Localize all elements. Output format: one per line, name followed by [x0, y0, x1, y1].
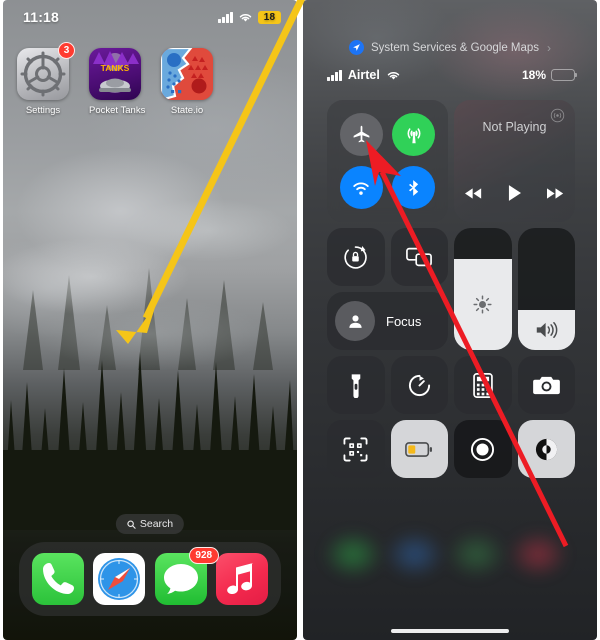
dock: 928 [19, 542, 281, 616]
screen-recording-button[interactable] [454, 420, 512, 478]
wifi-button[interactable] [339, 166, 383, 209]
brightness-fill [454, 258, 512, 350]
volume-fill [517, 309, 575, 350]
now-playing-module: Not Playing [454, 100, 575, 222]
bluetooth-icon [408, 179, 418, 196]
forward-button[interactable] [547, 187, 564, 205]
chevron-right-icon: › [547, 40, 552, 55]
home-indicator [391, 629, 509, 633]
dark-mode-button[interactable] [517, 420, 575, 478]
home-screen-phone: 11:18 18 3 Settings TANKS Pocket Tanks S… [3, 0, 297, 640]
search-pill[interactable]: Search [115, 514, 185, 534]
timer-button[interactable] [390, 356, 448, 414]
app-label-settings: Settings [25, 105, 61, 116]
cellular-data-button[interactable] [392, 113, 436, 156]
screenshot-stage: 11:18 18 3 Settings TANKS Pocket Tanks S… [0, 0, 600, 640]
play-button[interactable] [508, 185, 521, 206]
wifi-icon [239, 13, 252, 22]
status-time: 11:18 [23, 9, 60, 25]
messages-badge: 928 [188, 547, 219, 564]
camera-button[interactable] [517, 356, 575, 414]
airplane-mode-button[interactable] [339, 113, 383, 156]
music-note-icon [216, 553, 269, 605]
app-settings[interactable]: 3 Settings [17, 42, 75, 116]
settings-badge: 3 [58, 42, 75, 59]
dock-app-phone[interactable] [31, 553, 84, 605]
airplane-icon [353, 125, 370, 143]
battery-group: 18% [521, 68, 578, 82]
flashlight-button[interactable] [327, 356, 385, 414]
battery-low-power-icon [405, 441, 433, 457]
location-banner-text: System Services & Google Maps [370, 41, 540, 54]
camera-icon [532, 376, 560, 394]
screen-mirroring-icon [406, 247, 433, 267]
app-label-pocket-tanks: Pocket Tanks [89, 105, 146, 116]
dock-app-music[interactable] [216, 553, 269, 605]
control-center-phone: System Services & Google Maps › Airtel 1… [303, 0, 597, 640]
svg-text:TANKS: TANKS [101, 63, 130, 73]
now-playing-title: Not Playing [482, 120, 547, 134]
rotation-lock-icon [344, 245, 367, 269]
search-label: Search [139, 518, 174, 530]
carrier-name: Airtel [347, 68, 380, 82]
carrier-group: Airtel [327, 68, 401, 82]
calculator-button[interactable] [454, 356, 512, 414]
location-arrow-icon [348, 40, 364, 55]
app-grid: 3 Settings TANKS Pocket Tanks State.io [17, 42, 283, 116]
status-indicators: 18 [218, 10, 281, 24]
screen-record-icon [471, 437, 495, 461]
cellular-antenna-icon [407, 127, 421, 143]
app-label-state-io: State.io [170, 105, 204, 116]
speaker-volume-icon [536, 321, 558, 338]
location-banner[interactable]: System Services & Google Maps › [303, 40, 597, 55]
control-center-status-bar: Airtel 18% [327, 65, 578, 85]
fast-forward-icon [547, 187, 564, 199]
bluetooth-button[interactable] [392, 166, 436, 209]
status-bar: 11:18 18 [3, 0, 297, 34]
timer-icon [408, 374, 430, 396]
wifi-icon [353, 181, 369, 195]
connectivity-module [327, 100, 448, 222]
rewind-button[interactable] [465, 187, 482, 205]
focus-button[interactable]: Focus [327, 292, 448, 350]
pocket-tanks-icon: TANKS [89, 48, 141, 100]
brightness-sun-icon [473, 295, 492, 314]
screen-mirroring-button[interactable] [390, 228, 448, 286]
safari-compass-icon [93, 553, 146, 605]
control-center-grid: Not Playing Focus [327, 100, 575, 478]
state-io-icon [161, 48, 213, 100]
cellular-bars-icon [218, 11, 233, 23]
now-playing-controls [465, 185, 564, 206]
dock-app-messages[interactable]: 928 [154, 547, 219, 605]
battery-icon [551, 69, 578, 81]
dock-app-safari[interactable] [93, 553, 146, 605]
flashlight-icon [351, 373, 361, 398]
code-scanner-button[interactable] [327, 420, 385, 478]
foreground-trees [3, 352, 297, 530]
rotation-lock-button[interactable] [327, 228, 385, 286]
wifi-icon [387, 71, 400, 80]
focus-label: Focus [386, 313, 422, 329]
app-state-io[interactable]: State.io [161, 48, 213, 116]
qr-scanner-icon [343, 437, 368, 461]
rewind-icon [465, 187, 482, 199]
airplay-audio-icon[interactable] [550, 108, 565, 128]
cellular-bars-icon [327, 69, 342, 81]
search-icon [127, 519, 136, 529]
volume-slider[interactable] [517, 228, 575, 350]
app-pocket-tanks[interactable]: TANKS Pocket Tanks [89, 48, 146, 116]
play-icon [508, 185, 521, 201]
low-power-mode-button[interactable] [390, 420, 448, 478]
status-battery-lowpower: 18 [258, 10, 281, 24]
brightness-slider[interactable] [454, 228, 512, 350]
battery-percent-label: 18% [521, 68, 546, 82]
dark-mode-icon [535, 438, 557, 460]
focus-person-icon [335, 301, 375, 341]
calculator-icon [472, 372, 493, 398]
phone-icon [31, 553, 84, 605]
